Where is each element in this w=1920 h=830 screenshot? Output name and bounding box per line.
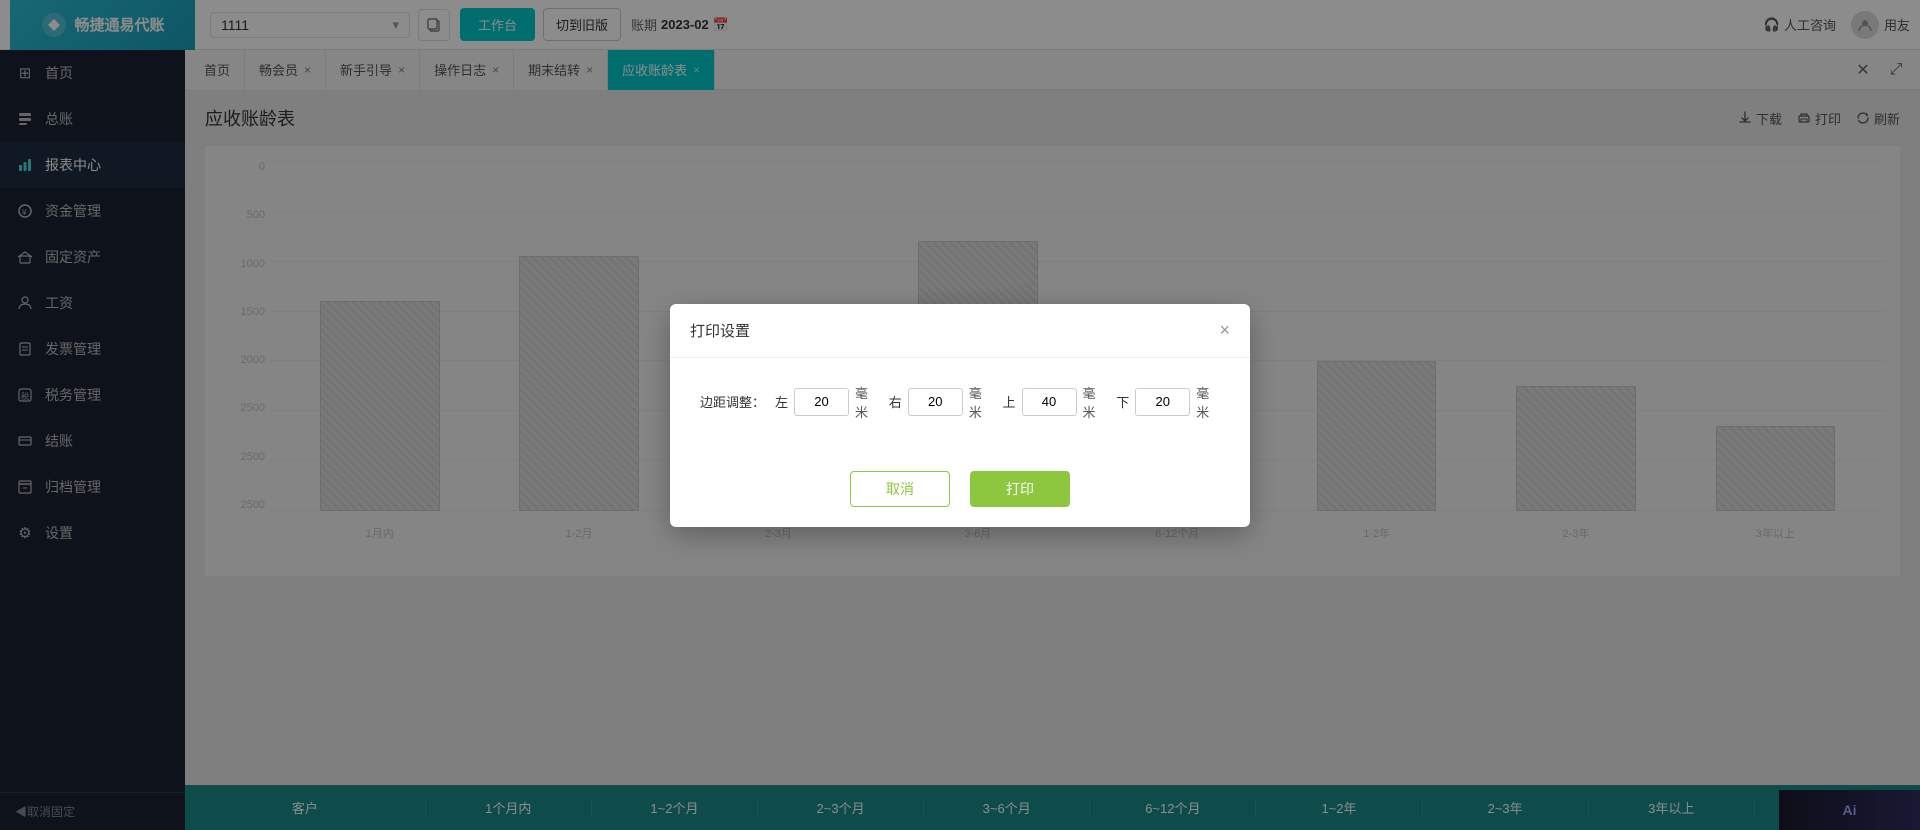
margin-left-input[interactable] [794, 388, 849, 416]
margin-left-group: 左 毫米 [775, 383, 879, 421]
overlay: 打印设置 × 边距调整： 左 毫米 右 毫米 上 毫米 [0, 0, 1920, 830]
margin-row: 边距调整： 左 毫米 右 毫米 上 毫米 下 [700, 383, 1220, 421]
left-direction-label: 左 [775, 392, 788, 411]
right-unit-label: 毫米 [969, 383, 993, 421]
left-unit-label: 毫米 [855, 383, 879, 421]
dialog-title: 打印设置 [690, 320, 750, 341]
dialog-header: 打印设置 × [670, 304, 1250, 358]
print-settings-dialog: 打印设置 × 边距调整： 左 毫米 右 毫米 上 毫米 [670, 304, 1250, 527]
dialog-close-button[interactable]: × [1219, 321, 1230, 339]
bottom-unit-label: 毫米 [1196, 383, 1220, 421]
cancel-button[interactable]: 取消 [850, 471, 950, 507]
margin-right-group: 右 毫米 [889, 383, 993, 421]
dialog-footer: 取消 打印 [670, 456, 1250, 527]
margin-bottom-group: 下 毫米 [1116, 383, 1220, 421]
margin-right-input[interactable] [908, 388, 963, 416]
margin-bottom-input[interactable] [1135, 388, 1190, 416]
margin-label: 边距调整： [700, 392, 765, 411]
margin-top-input[interactable] [1022, 388, 1077, 416]
confirm-print-button[interactable]: 打印 [970, 471, 1070, 507]
right-direction-label: 右 [889, 392, 902, 411]
top-direction-label: 上 [1003, 392, 1016, 411]
margin-top-group: 上 毫米 [1003, 383, 1107, 421]
top-unit-label: 毫米 [1083, 383, 1107, 421]
bottom-direction-label: 下 [1116, 392, 1129, 411]
dialog-body: 边距调整： 左 毫米 右 毫米 上 毫米 下 [670, 358, 1250, 456]
